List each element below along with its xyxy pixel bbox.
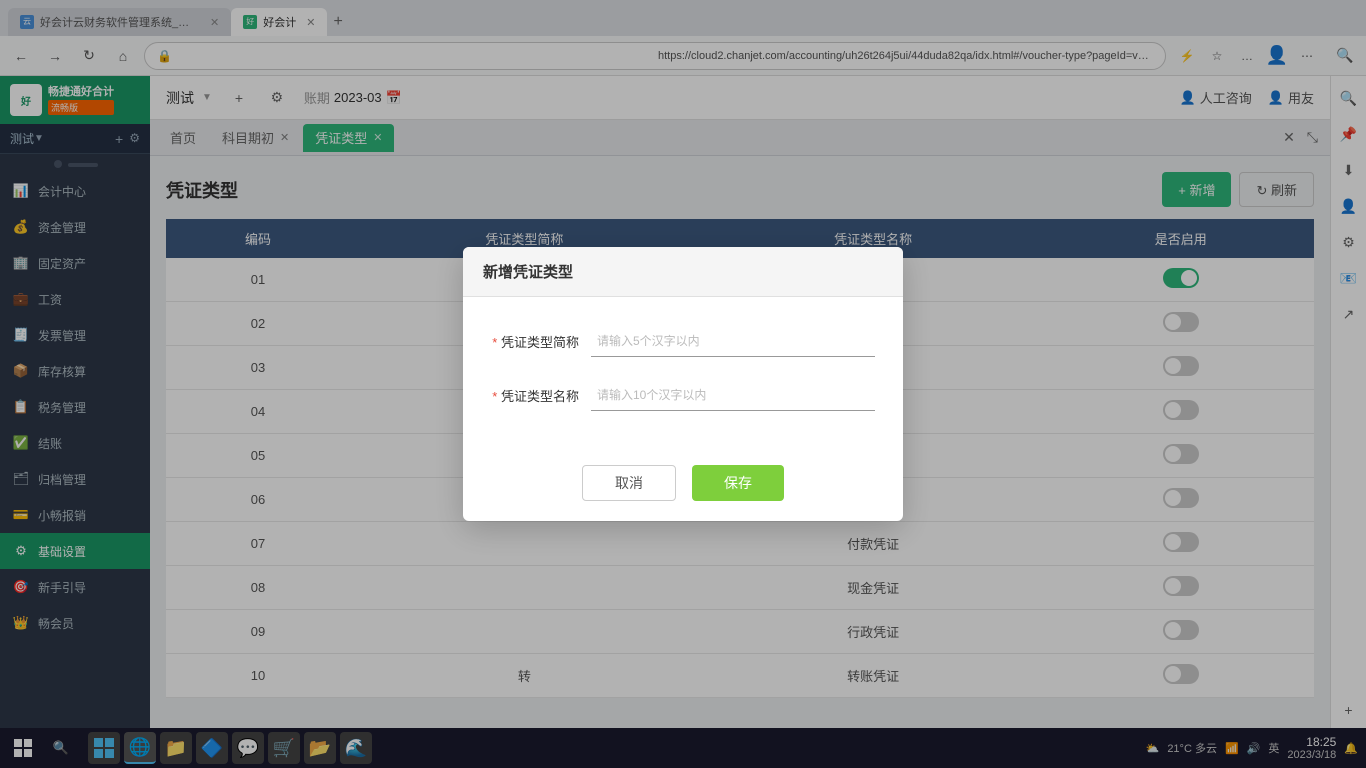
name-label: * 凭证类型名称: [491, 386, 591, 405]
abbr-label: * 凭证类型简称: [491, 332, 591, 351]
form-row-abbr: * 凭证类型简称: [491, 325, 875, 357]
dialog-title: 新增凭证类型: [483, 264, 573, 281]
new-voucher-type-dialog: 新增凭证类型 * 凭证类型简称 * 凭证类型名称 取消 保存: [463, 247, 903, 521]
dialog-overlay: 新增凭证类型 * 凭证类型简称 * 凭证类型名称 取消 保存: [0, 0, 1366, 768]
dialog-footer: 取消 保存: [463, 453, 903, 521]
dialog-body: * 凭证类型简称 * 凭证类型名称: [463, 297, 903, 453]
dialog-header: 新增凭证类型: [463, 247, 903, 297]
cancel-button[interactable]: 取消: [582, 465, 676, 501]
form-row-name: * 凭证类型名称: [491, 379, 875, 411]
name-input[interactable]: [591, 379, 875, 411]
abbr-required: *: [492, 335, 497, 350]
save-button[interactable]: 保存: [692, 465, 784, 501]
abbr-input[interactable]: [591, 325, 875, 357]
name-required: *: [492, 389, 497, 404]
